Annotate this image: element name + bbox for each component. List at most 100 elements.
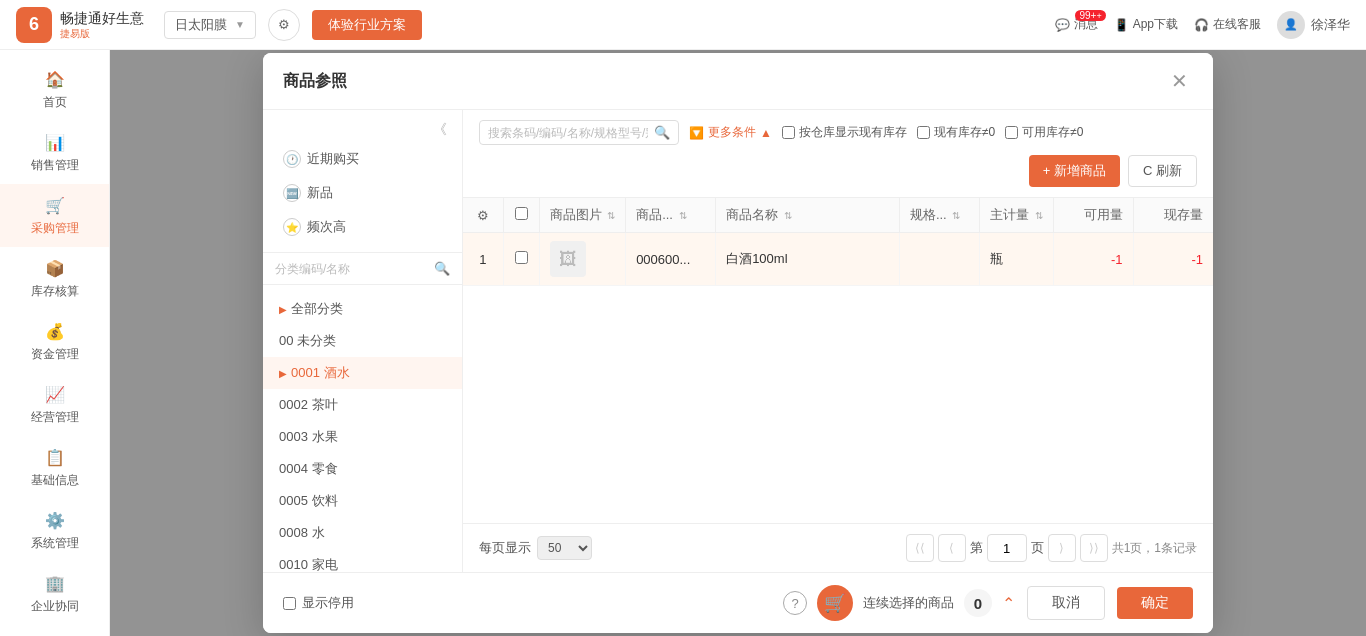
purchase-icon: 🛒	[44, 194, 66, 216]
sidebar-item-inventory[interactable]: 📦 库存核算	[0, 247, 109, 310]
cat-expand-icon: ▶	[279, 304, 287, 315]
logo-area: 6 畅捷通好生意 捷易版	[16, 7, 144, 43]
phone-icon: 📱	[1114, 18, 1129, 32]
system-icon: ⚙️	[44, 509, 66, 531]
logo-text: 畅捷通好生意 捷易版	[60, 9, 144, 40]
sort-icon-spec: ⇅	[952, 210, 960, 221]
table-header-row: ⚙ 商品图片 ⇅	[463, 198, 1213, 233]
settings-gear-icon[interactable]: ⚙	[268, 9, 300, 41]
category-item-0005[interactable]: 0005 饮料	[263, 485, 462, 517]
app-download-nav-item[interactable]: 📱 App下载	[1114, 16, 1178, 33]
messages-nav-item[interactable]: 💬 消息 99++	[1055, 16, 1098, 33]
quick-item-recent[interactable]: 🕐 近期购买	[275, 144, 450, 174]
user-area[interactable]: 👤 徐泽华	[1277, 11, 1350, 39]
row-stock-qty: -1	[1133, 233, 1213, 286]
quick-item-new[interactable]: 🆕 新品	[275, 178, 450, 208]
per-page-select[interactable]: 50 20 100	[537, 536, 592, 560]
category-list: ▶ 全部分类 00 未分类 ▶ 0001 酒水 0002 茶	[263, 285, 462, 572]
help-icon[interactable]: ?	[783, 591, 807, 615]
category-item-0002[interactable]: 0002 茶叶	[263, 389, 462, 421]
sidebar-item-basics[interactable]: 📋 基础信息	[0, 436, 109, 499]
right-panel: 🔍 🔽 更多条件 ▲ 按仓库显示现有库存	[463, 110, 1213, 572]
col-header-settings[interactable]: ⚙	[463, 198, 503, 233]
filter-arrow-icon: ▲	[760, 126, 772, 140]
sidebar-item-operations[interactable]: 📈 经营管理	[0, 373, 109, 436]
shopping-cart-icon[interactable]: 🛒	[817, 585, 853, 621]
left-panel: 《 🕐 近期购买 🆕 新品 ⭐	[263, 110, 463, 572]
sidebar-item-sales[interactable]: 📊 销售管理	[0, 121, 109, 184]
available-stock-checkbox[interactable]: 现有库存≠0	[917, 124, 995, 141]
prev-page-button[interactable]: ⟨	[938, 534, 966, 562]
next-page-button[interactable]: ⟩	[1048, 534, 1076, 562]
show-disabled-checkbox[interactable]: 显示停用	[283, 594, 354, 612]
sidebar-item-home[interactable]: 🏠 首页	[0, 58, 109, 121]
product-table-container: ⚙ 商品图片 ⇅	[463, 198, 1213, 523]
category-item-0003[interactable]: 0003 水果	[263, 421, 462, 453]
col-header-spec: 规格... ⇅	[899, 198, 979, 233]
product-search-input[interactable]	[488, 126, 648, 140]
sidebar-item-guide[interactable]: 🎯 新手引导	[0, 625, 109, 636]
category-search-area: 🔍	[263, 253, 462, 285]
table-row[interactable]: 1 🖼 000600... 白酒100ml	[463, 233, 1213, 286]
show-disabled-input[interactable]	[283, 597, 296, 610]
product-table: ⚙ 商品图片 ⇅	[463, 198, 1213, 286]
sidebar-item-enterprise[interactable]: 🏢 企业协同	[0, 562, 109, 625]
page-number-input[interactable]	[987, 534, 1027, 562]
product-thumbnail: 🖼	[550, 241, 586, 277]
refresh-button[interactable]: C 刷新	[1128, 155, 1197, 187]
inventory-icon: 📦	[44, 257, 66, 279]
confirm-button[interactable]: 确定	[1117, 587, 1193, 619]
select-all-checkbox[interactable]	[515, 207, 528, 220]
warehouse-display-checkbox[interactable]: 按仓库显示现有库存	[782, 124, 907, 141]
row-product-name: 白酒100ml	[716, 233, 900, 286]
search-icon[interactable]: 🔍	[654, 125, 670, 140]
col-header-checkbox[interactable]	[503, 198, 539, 233]
cart-collapse-icon[interactable]: ⌃	[1002, 594, 1015, 613]
modal-body: 《 🕐 近期购买 🆕 新品 ⭐	[263, 110, 1213, 572]
category-item-00[interactable]: 00 未分类	[263, 325, 462, 357]
sort-icon-unit: ⇅	[1035, 210, 1043, 221]
content-area: 商品参照 ✕ 《 🕐 近期购买	[110, 50, 1366, 636]
basics-icon: 📋	[44, 446, 66, 468]
category-item-all[interactable]: ▶ 全部分类	[263, 293, 462, 325]
category-item-0010[interactable]: 0010 家电	[263, 549, 462, 572]
toolbar-right: + 新增商品 C 刷新	[1029, 155, 1197, 187]
clock-icon: 🕐	[283, 150, 301, 168]
enterprise-icon: 🏢	[44, 572, 66, 594]
sidebar-item-system[interactable]: ⚙️ 系统管理	[0, 499, 109, 562]
product-reference-modal: 商品参照 ✕ 《 🕐 近期购买	[263, 53, 1213, 633]
row-product-image: 🖼	[539, 233, 626, 286]
add-product-button[interactable]: + 新增商品	[1029, 155, 1120, 187]
category-item-0008[interactable]: 0008 水	[263, 517, 462, 549]
cancel-button[interactable]: 取消	[1027, 586, 1105, 620]
category-item-0004[interactable]: 0004 零食	[263, 453, 462, 485]
category-item-0001[interactable]: ▶ 0001 酒水	[263, 357, 462, 389]
sidebar-item-finance[interactable]: 💰 资金管理	[0, 310, 109, 373]
sort-icon-img: ⇅	[607, 210, 615, 221]
company-selector[interactable]: 日太阳膜 ▼	[164, 11, 256, 39]
new-icon: 🆕	[283, 184, 301, 202]
row-checkbox-cell[interactable]	[503, 233, 539, 286]
experience-button[interactable]: 体验行业方案	[312, 10, 422, 40]
filter-more-button[interactable]: 🔽 更多条件 ▲	[689, 124, 772, 141]
collapse-left-panel-button[interactable]: 《	[430, 120, 450, 140]
last-page-button[interactable]: ⟩⟩	[1080, 534, 1108, 562]
online-service-nav-item[interactable]: 🎧 在线客服	[1194, 16, 1261, 33]
quick-item-frequent[interactable]: ⭐ 频次高	[275, 212, 450, 242]
finance-icon: 💰	[44, 320, 66, 342]
col-header-image: 商品图片 ⇅	[539, 198, 626, 233]
messages-badge: 99++	[1075, 10, 1105, 21]
sort-icon-name: ⇅	[784, 210, 792, 221]
category-search-icon[interactable]: 🔍	[434, 261, 450, 276]
col-header-unit: 主计量 ⇅	[979, 198, 1053, 233]
category-search-input[interactable]	[275, 262, 428, 276]
product-search-box: 🔍	[479, 120, 679, 145]
row-checkbox[interactable]	[515, 251, 528, 264]
sidebar-item-purchase[interactable]: 🛒 采购管理	[0, 184, 109, 247]
first-page-button[interactable]: ⟨⟨	[906, 534, 934, 562]
col-header-stock: 现存量	[1133, 198, 1213, 233]
usable-stock-checkbox[interactable]: 可用库存≠0	[1005, 124, 1083, 141]
modal-close-button[interactable]: ✕	[1165, 67, 1193, 95]
page-controls: ⟨⟨ ⟨ 第 页 ⟩ ⟩⟩ 共1页，1条记录	[906, 534, 1197, 562]
headset-icon: 🎧	[1194, 18, 1209, 32]
